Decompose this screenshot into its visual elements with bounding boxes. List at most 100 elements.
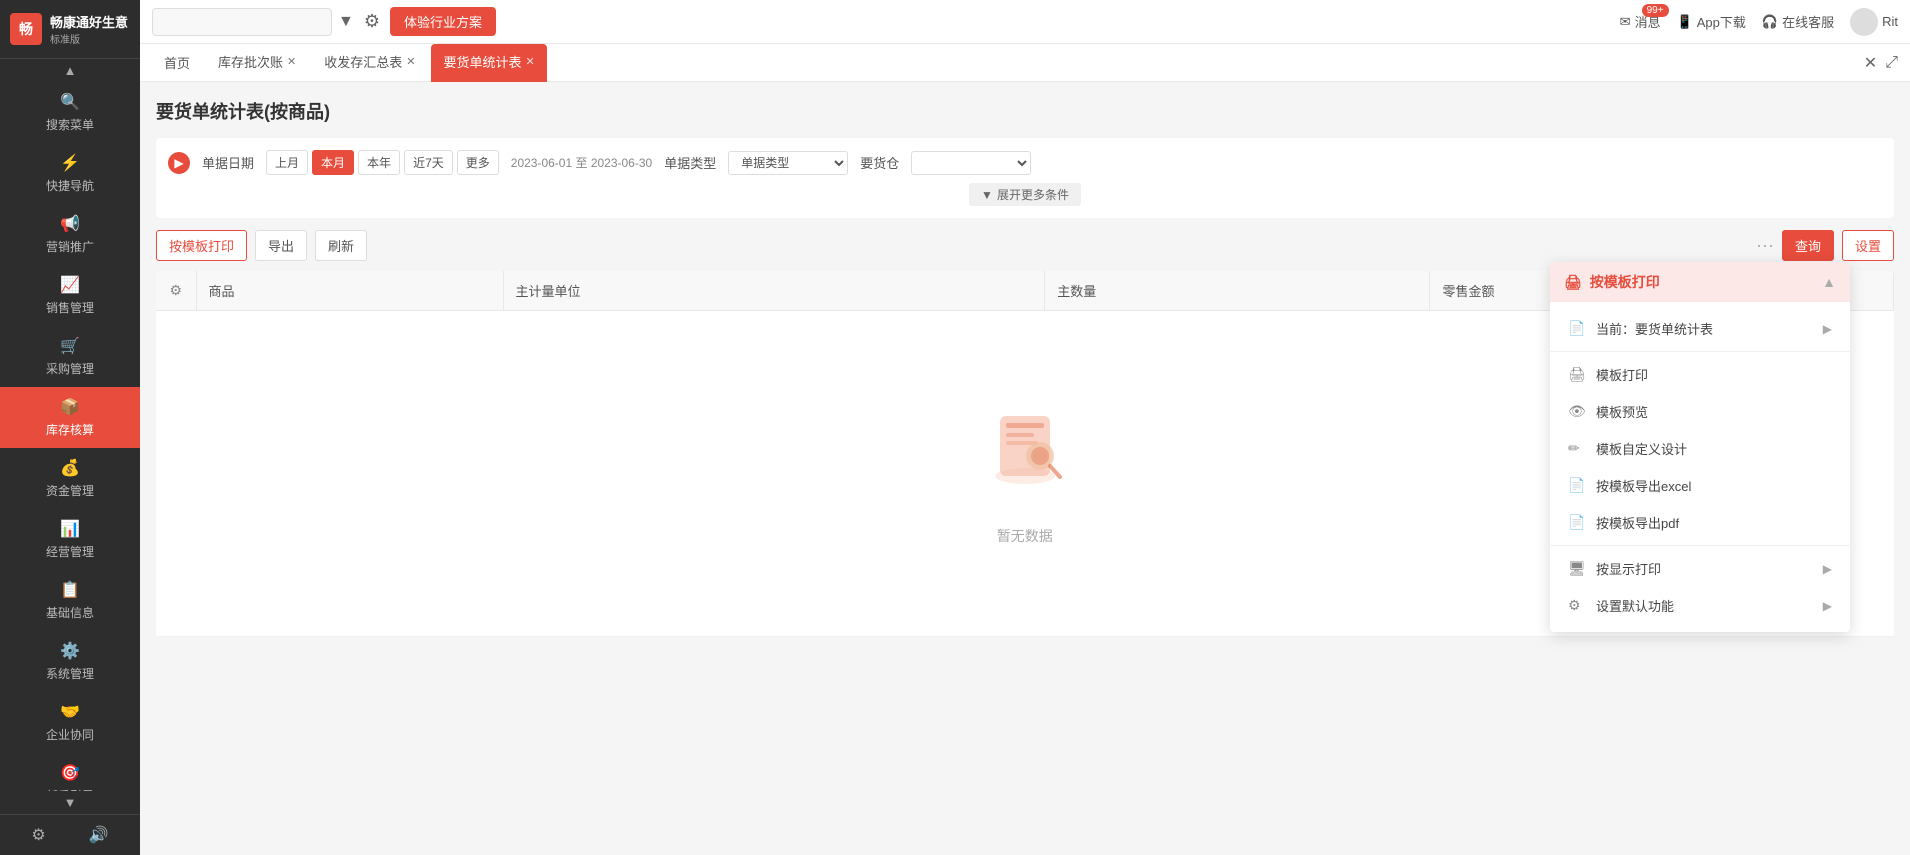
gear-icon[interactable]: ▼ (338, 13, 354, 31)
dropdown-header-left: 🖨 按模板打印 (1564, 272, 1660, 292)
marketing-icon: 📢 (60, 214, 80, 234)
refresh-btn[interactable]: 刷新 (315, 230, 367, 261)
finance-icon: 💰 (60, 458, 80, 478)
purchase-icon: 🛒 (60, 336, 80, 356)
tabs-right-controls: ✕ ⤢ (1864, 53, 1898, 73)
sidebar-item-operations[interactable]: 📊 经营管理 (0, 509, 140, 570)
dropdown-current-item[interactable]: 📄 当前：要货单统计表 ▶ (1550, 310, 1850, 347)
dropdown-template-preview[interactable]: 👁 模板预览 (1550, 393, 1850, 430)
sidebar-item-purchase[interactable]: 🛒 采购管理 (0, 326, 140, 387)
sidebar-item-sales[interactable]: 📈 销售管理 (0, 265, 140, 326)
dropdown-divider-2 (1550, 545, 1850, 546)
date-btn-current-year[interactable]: 本年 (358, 150, 400, 175)
quick-nav-icon: ⚡ (60, 153, 80, 173)
sales-icon: 📈 (60, 275, 80, 295)
online-service-item[interactable]: 🎧 在线客服 (1762, 12, 1834, 31)
date-btn-current-month[interactable]: 本月 (312, 150, 354, 175)
dropdown-template-excel[interactable]: 📄 按模板导出excel (1550, 467, 1850, 504)
sidebar-item-quick-nav[interactable]: ⚡ 快捷导航 (0, 143, 140, 204)
sidebar-item-enterprise[interactable]: 🤝 企业协同 (0, 692, 140, 753)
settings-icon[interactable]: ⚙ (31, 825, 45, 845)
sidebar-scroll-up[interactable]: ▲ (0, 59, 140, 82)
tab-close-icon[interactable]: ✕ (287, 55, 296, 68)
user-item[interactable]: Rit (1850, 8, 1898, 36)
avatar (1850, 8, 1878, 36)
query-btn[interactable]: 查询 (1782, 230, 1834, 261)
sidebar-scroll-down[interactable]: ▼ (0, 791, 140, 814)
sidebar-item-finance[interactable]: 💰 资金管理 (0, 448, 140, 509)
toolbar-right: 按模板打印 导出 刷新 (156, 230, 367, 261)
dropdown-template-design[interactable]: ✏ 模板自定义设计 (1550, 430, 1850, 467)
dropdown-default-setting[interactable]: ⚙ 设置默认功能 ▶ (1550, 587, 1850, 624)
tab-close-icon[interactable]: ✕ (526, 55, 535, 68)
display-print-arrow-icon: ▶ (1823, 562, 1832, 576)
settings-btn[interactable]: 设置 (1842, 230, 1894, 261)
messages-item[interactable]: ✉ 消息 99+ (1620, 12, 1661, 31)
sidebar-item-label: 库存核算 (46, 421, 94, 438)
sidebar-item-guide[interactable]: 🎯 新手引导 (0, 753, 140, 791)
expand-label: 展开更多条件 (997, 186, 1069, 203)
enterprise-icon: 🤝 (60, 702, 80, 722)
dropdown-display-print[interactable]: 🖥 按显示打印 ▶ (1550, 550, 1850, 587)
sidebar-item-basics[interactable]: 📋 基础信息 (0, 570, 140, 631)
more-icon[interactable]: ··· (1756, 235, 1774, 256)
display-print-icon: 🖥 (1568, 560, 1586, 577)
sidebar-item-search[interactable]: 🔍 搜索菜单 (0, 82, 140, 143)
tab-close-icon[interactable]: ✕ (406, 55, 415, 68)
expand-more-btn[interactable]: ▼ 展开更多条件 (969, 183, 1081, 206)
type-filter-select[interactable]: 单据类型 (728, 151, 848, 175)
table-settings-icon[interactable]: ⚙ (169, 282, 182, 298)
sidebar-logo: 畅 畅康通好生意 标准版 (0, 0, 140, 59)
export-btn[interactable]: 导出 (255, 230, 307, 261)
dropdown-template-pdf[interactable]: 📄 按模板导出pdf (1550, 504, 1850, 541)
sidebar-item-label: 销售管理 (46, 299, 94, 316)
tabs-bar: 首页 库存批次账 ✕ 收发存汇总表 ✕ 要货单统计表 ✕ ✕ ⤢ (140, 44, 1910, 82)
dropdown-item-label: 模板预览 (1596, 402, 1648, 421)
tab-home[interactable]: 首页 (152, 47, 202, 78)
default-setting-arrow-icon: ▶ (1823, 599, 1832, 613)
search-input[interactable] (152, 8, 332, 36)
date-btn-more[interactable]: 更多 (457, 150, 499, 175)
dropdown-divider-1 (1550, 351, 1850, 352)
inventory-icon: 📦 (60, 397, 80, 417)
col-quantity: 主数量 (1045, 271, 1430, 311)
tab-order-stats[interactable]: 要货单统计表 ✕ (431, 44, 546, 82)
template-preview-icon: 👁 (1568, 403, 1586, 420)
dropdown-default-setting-label: 设置默认功能 (1596, 596, 1674, 615)
sidebar-item-label: 企业协同 (46, 726, 94, 743)
toolbar: 按模板打印 导出 刷新 ··· 查询 设置 (156, 230, 1894, 261)
messages-badge: 99+ (1642, 4, 1669, 17)
app-download-item[interactable]: 📱 App下载 (1677, 12, 1746, 31)
window-close-btn[interactable]: ✕ (1864, 53, 1877, 73)
audio-icon[interactable]: 🔊 (89, 825, 109, 845)
dropdown-panel: 🖨 按模板打印 ▲ 📄 当前：要货单统计表 ▶ 🖨 模板打印 👁 (1550, 262, 1850, 632)
trial-btn[interactable]: 体验行业方案 (390, 7, 496, 36)
dropdown-template-print[interactable]: 🖨 模板打印 (1550, 356, 1850, 393)
print-btn[interactable]: 按模板打印 (156, 230, 247, 261)
sidebar-nav: 🔍 搜索菜单 ⚡ 快捷导航 📢 营销推广 📈 销售管理 🛒 采购管理 📦 库存核… (0, 82, 140, 791)
date-btn-7days[interactable]: 近7天 (404, 150, 453, 175)
logo-text: 畅康通好生意 标准版 (50, 12, 128, 46)
dropdown-current-label: 当前：要货单统计表 (1596, 319, 1713, 338)
sidebar-item-marketing[interactable]: 📢 营销推广 (0, 204, 140, 265)
sidebar-item-label: 资金管理 (46, 482, 94, 499)
filter-expand-btn[interactable]: ▶ (168, 152, 190, 174)
sidebar-item-label: 搜索菜单 (46, 116, 94, 133)
extra-filter-select[interactable] (911, 151, 1031, 175)
window-expand-btn[interactable]: ⤢ (1885, 54, 1898, 72)
date-btn-prev-month[interactable]: 上月 (266, 150, 308, 175)
sidebar-item-inventory[interactable]: 📦 库存核算 (0, 387, 140, 448)
tab-batch-account[interactable]: 库存批次账 ✕ (206, 44, 308, 82)
settings-gear-icon[interactable]: ⚙ (364, 11, 380, 32)
sidebar-item-label: 系统管理 (46, 665, 94, 682)
header-right: ✉ 消息 99+ 📱 App下载 🎧 在线客服 Rit (1620, 8, 1898, 36)
basics-icon: 📋 (60, 580, 80, 600)
template-design-icon: ✏ (1568, 440, 1586, 457)
dropdown-close-icon[interactable]: ▲ (1822, 274, 1836, 290)
service-icon: 🎧 (1762, 14, 1778, 30)
tab-label: 库存批次账 (218, 52, 283, 71)
sidebar-item-system[interactable]: ⚙️ 系统管理 (0, 631, 140, 692)
tab-receipt-summary[interactable]: 收发存汇总表 ✕ (312, 44, 427, 82)
logo-icon: 畅 (10, 13, 42, 45)
dropdown-item-label: 模板自定义设计 (1596, 439, 1687, 458)
